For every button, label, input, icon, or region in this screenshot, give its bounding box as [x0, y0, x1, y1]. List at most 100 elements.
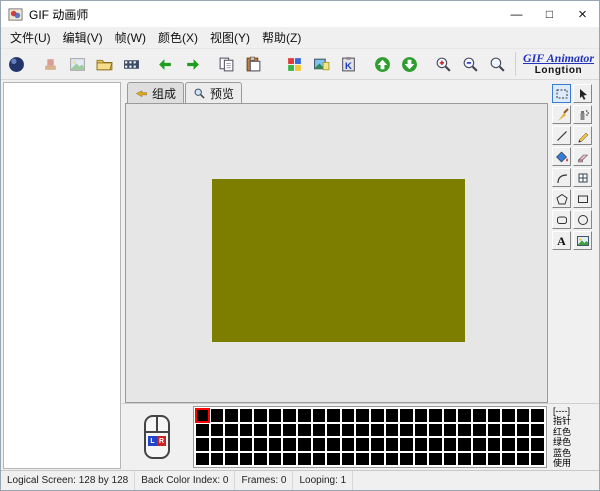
palette-cell[interactable]	[531, 423, 544, 436]
palette-cell[interactable]	[473, 438, 486, 451]
move-up-button[interactable]	[369, 51, 396, 78]
palette-cell[interactable]	[473, 409, 486, 422]
palette-cell[interactable]	[312, 409, 326, 422]
palette-cell[interactable]	[473, 452, 486, 465]
palette-cell[interactable]	[443, 438, 457, 451]
palette-cell[interactable]	[429, 438, 442, 451]
palette-cell[interactable]	[429, 409, 442, 422]
palette-cell[interactable]	[385, 452, 399, 465]
move-down-button[interactable]	[396, 51, 423, 78]
palette-cell[interactable]	[473, 423, 486, 436]
maximize-button[interactable]: □	[533, 1, 566, 27]
palette-cell[interactable]	[400, 452, 413, 465]
palette-cell[interactable]	[502, 438, 515, 451]
open-button[interactable]	[91, 51, 118, 78]
palette-cell[interactable]	[225, 438, 238, 451]
text-tool-button[interactable]: A	[552, 231, 571, 250]
palette-cell[interactable]	[225, 409, 238, 422]
palette-cell[interactable]	[414, 438, 428, 451]
palette-cell[interactable]	[400, 423, 413, 436]
minimize-button[interactable]: —	[500, 1, 533, 27]
palette-cell[interactable]	[298, 423, 311, 436]
palette-cell[interactable]	[531, 438, 544, 451]
palette-cell[interactable]	[531, 452, 544, 465]
palette-cell[interactable]	[239, 452, 253, 465]
palette-cell[interactable]	[429, 423, 442, 436]
palette-cell[interactable]	[196, 452, 209, 465]
palette-cell[interactable]	[341, 423, 355, 436]
tab-compose[interactable]: 组成	[127, 82, 185, 103]
palette-button[interactable]	[281, 51, 308, 78]
filmstrip-button[interactable]	[118, 51, 145, 78]
curve-tool-button[interactable]	[552, 168, 571, 187]
paste-button[interactable]	[240, 51, 267, 78]
palette-cell[interactable]	[283, 423, 297, 436]
palette-cell[interactable]	[385, 438, 399, 451]
palette-cell[interactable]	[443, 423, 457, 436]
palette-cell[interactable]	[429, 452, 442, 465]
palette-cell[interactable]	[283, 452, 297, 465]
menu-file[interactable]: 文件(U)	[4, 27, 57, 48]
image-tool-button[interactable]	[573, 231, 592, 250]
undo-button[interactable]	[152, 51, 179, 78]
palette-cell[interactable]	[458, 423, 472, 436]
palette-cell[interactable]	[414, 452, 428, 465]
airbrush-tool-button[interactable]	[573, 105, 592, 124]
palette-cell[interactable]	[254, 452, 267, 465]
palette-cell[interactable]	[268, 438, 282, 451]
palette-cell[interactable]	[502, 423, 515, 436]
palette-cell[interactable]	[414, 409, 428, 422]
menu-frame[interactable]: 帧(W)	[109, 27, 152, 48]
palette-cell[interactable]	[283, 409, 297, 422]
palette-cell[interactable]	[298, 452, 311, 465]
palette-cell[interactable]	[531, 409, 544, 422]
palette-cell[interactable]	[356, 423, 369, 436]
about-button[interactable]	[3, 51, 30, 78]
palette-cell[interactable]	[516, 452, 530, 465]
palette-grid[interactable]	[193, 406, 547, 468]
frames-list-panel[interactable]	[3, 82, 121, 469]
palette-cell[interactable]	[341, 409, 355, 422]
palette-cell[interactable]	[370, 452, 384, 465]
palette-cell[interactable]	[341, 452, 355, 465]
palette-cell[interactable]	[268, 409, 282, 422]
palette-cell[interactable]	[414, 423, 428, 436]
palette-cell[interactable]	[400, 409, 413, 422]
menu-edit[interactable]: 编辑(V)	[57, 27, 109, 48]
palette-cell[interactable]	[254, 438, 267, 451]
palette-cell[interactable]	[502, 452, 515, 465]
select-tool-button[interactable]	[552, 84, 571, 103]
canvas-area[interactable]	[125, 103, 548, 403]
palette-cell[interactable]	[487, 438, 501, 451]
palette-cell[interactable]	[327, 438, 340, 451]
polygon-tool-button[interactable]	[552, 189, 571, 208]
palette-cell[interactable]	[400, 438, 413, 451]
eraser-tool-button[interactable]	[573, 147, 592, 166]
palette-cell[interactable]	[268, 452, 282, 465]
palette-cell[interactable]	[356, 438, 369, 451]
palette-cell[interactable]	[312, 452, 326, 465]
move-tool-button[interactable]	[573, 84, 592, 103]
palette-cell[interactable]	[210, 409, 224, 422]
palette-cell[interactable]	[356, 409, 369, 422]
grid-tool-button[interactable]	[573, 168, 592, 187]
palette-cell[interactable]	[341, 438, 355, 451]
palette-cell[interactable]	[458, 409, 472, 422]
palette-cell[interactable]	[516, 409, 530, 422]
palette-cell[interactable]	[312, 423, 326, 436]
palette-cell[interactable]	[239, 409, 253, 422]
palette-cell[interactable]	[487, 409, 501, 422]
palette-cell[interactable]	[327, 423, 340, 436]
palette-cell[interactable]	[268, 423, 282, 436]
edit-image-button[interactable]	[308, 51, 335, 78]
palette-cell[interactable]	[516, 423, 530, 436]
palette-cell[interactable]	[210, 423, 224, 436]
ellipse-tool-button[interactable]	[573, 210, 592, 229]
palette-cell[interactable]	[370, 438, 384, 451]
palette-cell[interactable]	[196, 438, 209, 451]
palette-cell[interactable]	[370, 423, 384, 436]
palette-cell[interactable]	[385, 409, 399, 422]
rectangle-tool-button[interactable]	[573, 189, 592, 208]
palette-cell[interactable]	[298, 409, 311, 422]
palette-cell[interactable]	[327, 452, 340, 465]
